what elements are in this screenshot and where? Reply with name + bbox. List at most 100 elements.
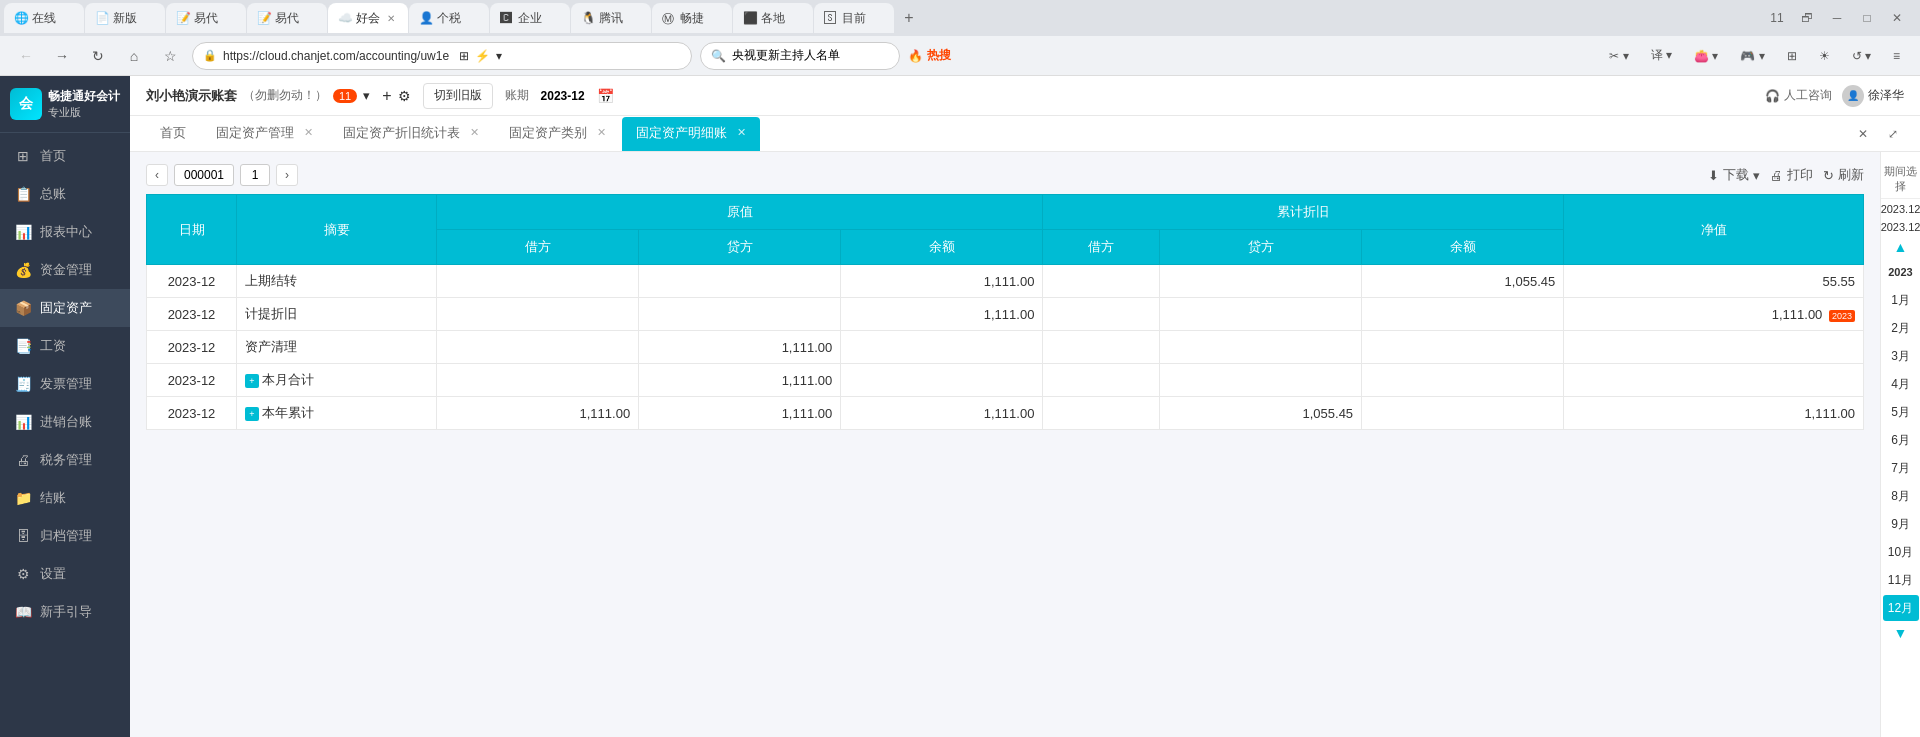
row4-dep-balance bbox=[1362, 364, 1564, 397]
browser-tab-tencent[interactable]: 🐧 腾讯 bbox=[571, 3, 651, 33]
browser-tab-yidai2[interactable]: 📝 易代 bbox=[247, 3, 327, 33]
calendar-icon[interactable]: 📅 bbox=[597, 88, 614, 104]
browser-tab-qiye[interactable]: 🅲 企业 bbox=[490, 3, 570, 33]
row2-dep-credit bbox=[1159, 298, 1361, 331]
sidebar-item-archive[interactable]: 🗄 归档管理 bbox=[0, 517, 130, 555]
sidebar-item-stock[interactable]: 📊 进销台账 bbox=[0, 403, 130, 441]
tab-home[interactable]: 首页 bbox=[146, 117, 200, 151]
tab-fixed-category-close[interactable]: ✕ bbox=[597, 126, 606, 139]
browser-tab-gedi[interactable]: ⬛ 各地 bbox=[733, 3, 813, 33]
tab-depreciation-stats-close[interactable]: ✕ bbox=[470, 126, 479, 139]
sidebar-item-general[interactable]: 📋 总账 bbox=[0, 175, 130, 213]
tab-restore-button[interactable]: 🗗 bbox=[1796, 7, 1818, 29]
download-button[interactable]: ⬇ 下载 ▾ bbox=[1708, 166, 1760, 184]
tab-depreciation-stats[interactable]: 固定资产折旧统计表 ✕ bbox=[329, 117, 493, 151]
tab-home-label: 首页 bbox=[160, 124, 186, 142]
sidebar-item-home[interactable]: ⊞ 首页 bbox=[0, 137, 130, 175]
page-sub-input[interactable] bbox=[240, 164, 270, 186]
sidebar-item-funds[interactable]: 💰 资金管理 bbox=[0, 251, 130, 289]
month-9[interactable]: 9月 bbox=[1883, 511, 1919, 537]
tab-close-ctrl[interactable]: ✕ bbox=[1852, 123, 1874, 145]
page-number-input[interactable] bbox=[174, 164, 234, 186]
browser-tab-online[interactable]: 🌐 在线 bbox=[4, 3, 84, 33]
tab-fixed-mgmt-close[interactable]: ✕ bbox=[304, 126, 313, 139]
month-6[interactable]: 6月 bbox=[1883, 427, 1919, 453]
game-tool[interactable]: 🎮 ▾ bbox=[1732, 42, 1772, 70]
month-4[interactable]: 4月 bbox=[1883, 371, 1919, 397]
browser-tab-changjie[interactable]: Ⓜ 畅捷 bbox=[652, 3, 732, 33]
url-bar[interactable]: 🔒 https://cloud.chanjet.com/accounting/u… bbox=[192, 42, 692, 70]
sidebar-label-funds: 资金管理 bbox=[40, 261, 92, 279]
month-10[interactable]: 10月 bbox=[1883, 539, 1919, 565]
service-button[interactable]: 🎧 人工咨询 bbox=[1765, 87, 1832, 104]
hot-search-label[interactable]: 🔥 热搜 bbox=[908, 47, 951, 64]
payroll-icon: 📑 bbox=[14, 338, 32, 354]
month-11[interactable]: 11月 bbox=[1883, 567, 1919, 593]
next-page-button[interactable]: › bbox=[276, 164, 298, 186]
tab-close-haohui[interactable]: ✕ bbox=[384, 11, 398, 25]
tab-fixed-mgmt[interactable]: 固定资产管理 ✕ bbox=[202, 117, 327, 151]
prev-page-button[interactable]: ‹ bbox=[146, 164, 168, 186]
translate-tool[interactable]: 译 ▾ bbox=[1643, 42, 1680, 70]
account-add-icon[interactable]: + bbox=[382, 87, 391, 105]
sidebar-item-reports[interactable]: 📊 报表中心 bbox=[0, 213, 130, 251]
brightness-tool[interactable]: ☀ bbox=[1811, 42, 1838, 70]
sidebar-item-tax[interactable]: 🖨 税务管理 bbox=[0, 441, 130, 479]
browser-tab-geshui[interactable]: 👤 个税 bbox=[409, 3, 489, 33]
month-5[interactable]: 5月 bbox=[1883, 399, 1919, 425]
month-3[interactable]: 3月 bbox=[1883, 343, 1919, 369]
tab-close-window-button[interactable]: ✕ bbox=[1886, 7, 1908, 29]
browser-tab-haohui[interactable]: ☁️ 好会 ✕ bbox=[328, 3, 408, 33]
print-button[interactable]: 🖨 打印 bbox=[1770, 166, 1813, 184]
month-12[interactable]: 12月 bbox=[1883, 595, 1919, 621]
month-1[interactable]: 1月 bbox=[1883, 287, 1919, 313]
bookmark-button[interactable]: ☆ bbox=[156, 42, 184, 70]
row5-summary: +本年累计 bbox=[237, 397, 437, 430]
month-2[interactable]: 2月 bbox=[1883, 315, 1919, 341]
sidebar-item-closing[interactable]: 📁 结账 bbox=[0, 479, 130, 517]
ledger-icon: 📋 bbox=[14, 186, 32, 202]
sidebar-item-payroll[interactable]: 📑 工资 bbox=[0, 327, 130, 365]
user-info[interactable]: 👤 徐泽华 bbox=[1842, 85, 1904, 107]
tab-fixed-ledger-close[interactable]: ✕ bbox=[737, 126, 746, 139]
forward-button[interactable]: → bbox=[48, 42, 76, 70]
refresh-button[interactable]: ↻ 刷新 bbox=[1823, 166, 1864, 184]
account-count-badge: 11 bbox=[333, 89, 357, 103]
back-button[interactable]: ← bbox=[12, 42, 40, 70]
tab-fixed-ledger[interactable]: 固定资产明细账 ✕ bbox=[622, 117, 760, 151]
sidebar-item-invoice[interactable]: 🧾 发票管理 bbox=[0, 365, 130, 403]
account-settings-icon[interactable]: ⚙ bbox=[398, 88, 411, 104]
tab-count-badge[interactable]: 11 bbox=[1766, 7, 1788, 29]
switch-version-button[interactable]: 切到旧版 bbox=[423, 83, 493, 109]
col-orig-debit: 借方 bbox=[437, 230, 639, 265]
wallet-tool[interactable]: 👛 ▾ bbox=[1686, 42, 1726, 70]
grid-tool[interactable]: ⊞ bbox=[1779, 42, 1805, 70]
refresh-button[interactable]: ↻ bbox=[84, 42, 112, 70]
months-scroll-down[interactable]: ▼ bbox=[1886, 623, 1916, 643]
url-dropdown-icon[interactable]: ▾ bbox=[496, 49, 502, 63]
tab-fixed-category[interactable]: 固定资产类别 ✕ bbox=[495, 117, 620, 151]
menu-tool[interactable]: ≡ bbox=[1885, 42, 1908, 70]
tab-minimize-button[interactable]: ─ bbox=[1826, 7, 1848, 29]
browser-tab-yidai1[interactable]: 📝 易代 bbox=[166, 3, 246, 33]
home-button[interactable]: ⌂ bbox=[120, 42, 148, 70]
sidebar-item-guide[interactable]: 📖 新手引导 bbox=[0, 593, 130, 631]
browser-tab-new[interactable]: 📄 新版 bbox=[85, 3, 165, 33]
row1-summary: 上期结转 bbox=[237, 265, 437, 298]
browser-tab-muqian[interactable]: 🅂 目前 bbox=[814, 3, 894, 33]
ledger-area: ‹ › ⬇ 下载 ▾ 🖨 打印 bbox=[130, 152, 1920, 737]
sidebar-item-fixed-assets[interactable]: 📦 固定资产 bbox=[0, 289, 130, 327]
scissors-tool[interactable]: ✂ ▾ bbox=[1601, 42, 1636, 70]
history-tool[interactable]: ↺ ▾ bbox=[1844, 42, 1879, 70]
month-8[interactable]: 8月 bbox=[1883, 483, 1919, 509]
months-scroll-up[interactable]: ▲ bbox=[1886, 237, 1916, 257]
year-label: 2023 bbox=[1883, 259, 1919, 285]
sidebar-item-settings[interactable]: ⚙ 设置 bbox=[0, 555, 130, 593]
month-7[interactable]: 7月 bbox=[1883, 455, 1919, 481]
tab-expand-ctrl[interactable]: ⤢ bbox=[1882, 123, 1904, 145]
tab-add-button[interactable]: + bbox=[895, 4, 923, 32]
download-dropdown-icon[interactable]: ▾ bbox=[1753, 168, 1760, 183]
tab-maximize-button[interactable]: □ bbox=[1856, 7, 1878, 29]
search-bar[interactable]: 🔍 央视更新主持人名单 bbox=[700, 42, 900, 70]
account-dropdown-icon[interactable]: ▾ bbox=[363, 88, 370, 103]
